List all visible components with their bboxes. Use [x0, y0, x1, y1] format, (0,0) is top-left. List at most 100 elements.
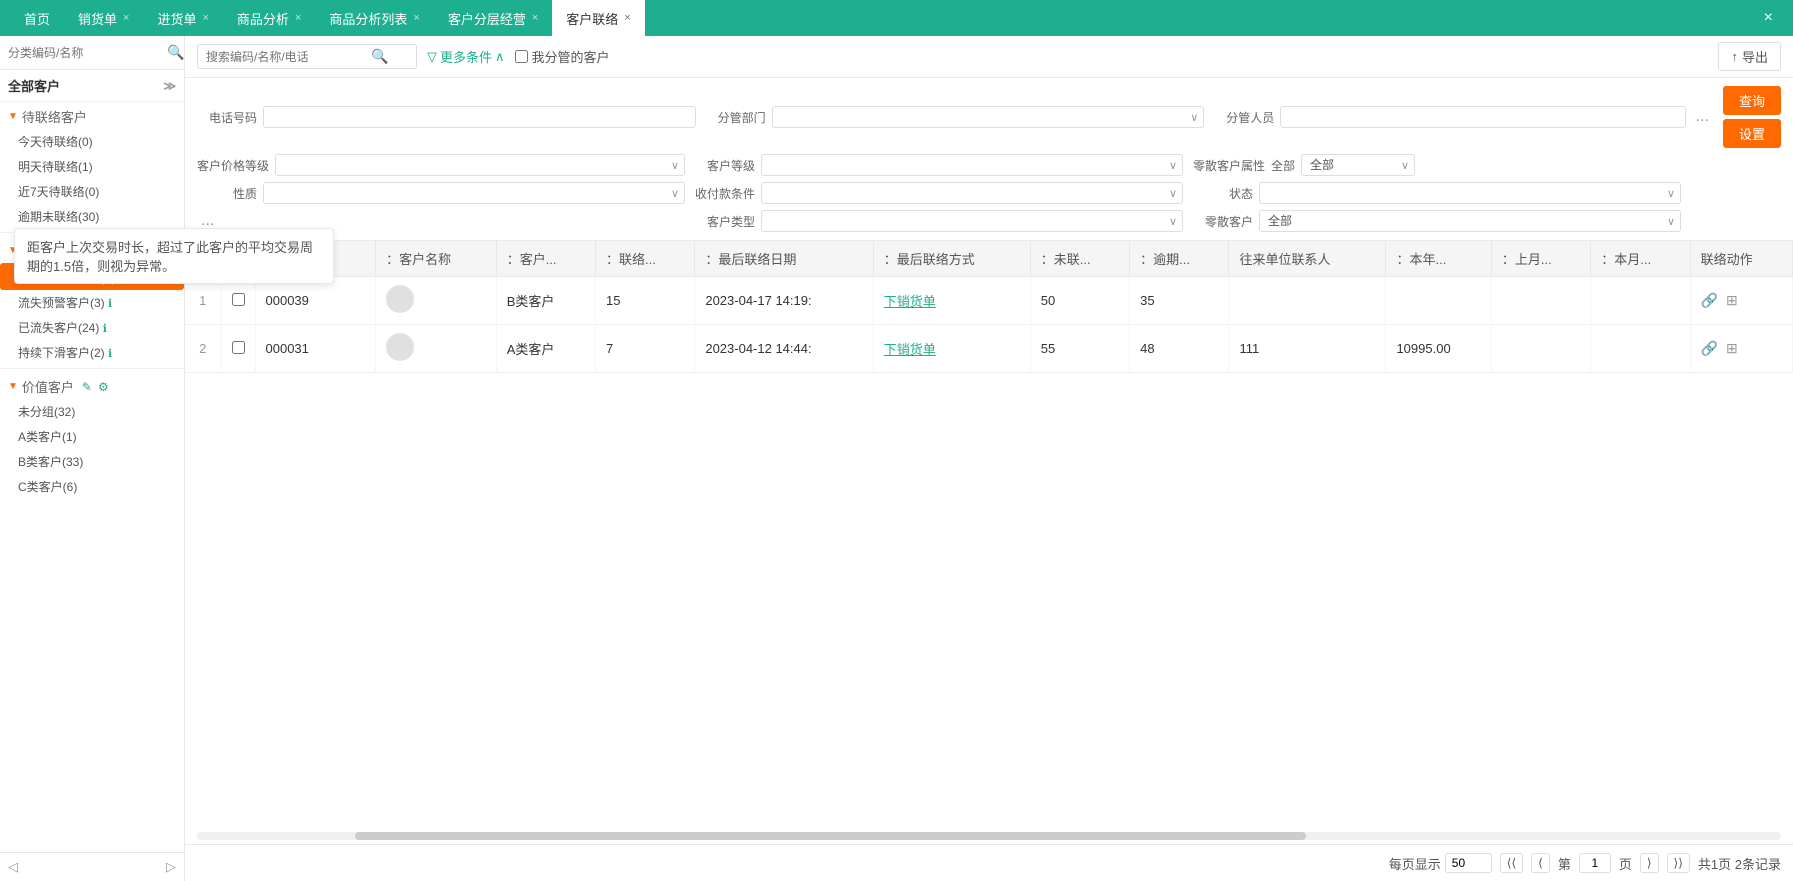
edit-icon-value[interactable]: ✎ — [82, 380, 92, 394]
row2-actions: 🔗 ⊞ — [1690, 325, 1792, 373]
sidebar-all-customers-header: 全部客户 ≫ — [0, 70, 184, 102]
last-page-button[interactable]: ⟩⟩ — [1667, 853, 1690, 873]
sidebar-item-overdue-contact[interactable]: 逾期未联络(30) — [0, 204, 184, 229]
config-icon-value[interactable]: ⚙ — [98, 380, 109, 394]
col-current-month-header[interactable]: ：本月... — [1591, 241, 1690, 277]
search-icon[interactable]: 🔍 — [371, 48, 388, 65]
sidebar-section-pending-contact[interactable]: ▼ 待联络客户 — [0, 102, 184, 129]
filter-customer-type-select[interactable] — [761, 210, 1183, 232]
col-name-header[interactable]: ：客户名称 — [376, 241, 497, 277]
nav-customer-contact-close[interactable]: × — [624, 12, 630, 24]
sidebar-item-ungroup[interactable]: 未分组(32) — [0, 399, 184, 424]
horizontal-scrollbar[interactable] — [185, 828, 1793, 844]
nav-sales-order[interactable]: 销货单 × — [64, 0, 143, 36]
filter-nature-select[interactable] — [263, 182, 685, 204]
filter-retail-customer-select[interactable]: 全部 — [1259, 210, 1681, 232]
col-last-contact-method-header[interactable]: ：最后联络方式 — [873, 241, 1030, 277]
my-customers-checkbox[interactable] — [515, 50, 528, 63]
filter-payment-select[interactable] — [761, 182, 1183, 204]
sidebar-item-loss-warning[interactable]: 流失预警客户(3) ℹ — [0, 290, 184, 315]
filter-payment: 收付款条件 ∨ — [695, 182, 1183, 204]
more-filters-label: 更多条件 — [440, 47, 492, 66]
row2-last-month — [1491, 325, 1590, 373]
sidebar-item-class-b[interactable]: B类客户(33) — [0, 449, 184, 474]
nav-home[interactable]: 首页 — [10, 0, 64, 36]
row1-actions: 🔗 ⊞ — [1690, 277, 1792, 325]
pagination-bar: 每页显示 50 100 200 ⟨⟨ ⟨ 第 页 ⟩ ⟩⟩ 共1页 2条记录 — [185, 844, 1793, 881]
nav-product-analysis[interactable]: 商品分析 × — [223, 0, 315, 36]
filter-nature: 性质 ∨ — [197, 182, 685, 204]
row2-select-checkbox[interactable] — [232, 341, 245, 354]
row2-contact-method-link[interactable]: 下销货单 — [884, 342, 936, 357]
col-no-contact-header[interactable]: ：未联... — [1030, 241, 1129, 277]
search-input[interactable] — [206, 50, 366, 64]
value-customers-label: 价值客户 — [22, 377, 74, 396]
row2-last-contact-method[interactable]: 下销货单 — [873, 325, 1030, 373]
settings-button[interactable]: 设置 — [1723, 119, 1781, 148]
col-contact-person-header[interactable]: 往来单位联系人 — [1229, 241, 1386, 277]
nav-purchase-order[interactable]: 进货单 × — [143, 0, 222, 36]
col-contact-count-header[interactable]: ：联络... — [596, 241, 695, 277]
row1-view-icon[interactable]: 🔗 — [1701, 292, 1718, 309]
filter-dept-select[interactable] — [772, 106, 1205, 128]
filter-phone-label: 电话号码 — [197, 109, 257, 126]
col-no-sort: ： — [1041, 252, 1054, 267]
sidebar-search-icon[interactable]: 🔍 — [167, 44, 184, 61]
sidebar-item-class-a[interactable]: A类客户(1) — [0, 424, 184, 449]
sidebar-item-today-contact[interactable]: 今天待联络(0) — [0, 129, 184, 154]
sidebar-item-tomorrow-contact[interactable]: 明天待联络(1) — [0, 154, 184, 179]
nav-product-analysis-list[interactable]: 商品分析列表 × — [315, 0, 433, 36]
filter-price-level-select[interactable] — [275, 154, 685, 176]
export-button[interactable]: ↑ 导出 — [1718, 42, 1781, 71]
row1-more-icon[interactable]: ⊞ — [1726, 292, 1738, 309]
sidebar-item-class-c[interactable]: C类客户(6) — [0, 474, 184, 499]
query-button[interactable]: 查询 — [1723, 86, 1781, 115]
export-label: 导出 — [1742, 47, 1768, 66]
col-current-year-header[interactable]: ：本年... — [1386, 241, 1491, 277]
sidebar-search-input[interactable] — [8, 46, 163, 60]
page-number-input[interactable] — [1579, 853, 1611, 873]
sidebar-bottom-expand[interactable]: ▷ — [166, 859, 176, 875]
table-area[interactable]: ⚙ ：客户编码 ：客户名称 ：客户... — [185, 241, 1793, 828]
sidebar-section-value-customers[interactable]: ▼ 价值客户 ✎ ⚙ — [0, 372, 184, 399]
sidebar-item-7day-contact[interactable]: 近7天待联络(0) — [0, 179, 184, 204]
row2-last-contact-date: 2023-04-12 14:44: — [695, 325, 873, 373]
col-last-month-header[interactable]: ：上月... — [1491, 241, 1590, 277]
row2-view-icon[interactable]: 🔗 — [1701, 340, 1718, 357]
filter-customer-level: 客户等级 ∨ — [695, 154, 1183, 176]
scrollbar-thumb[interactable] — [355, 832, 1305, 840]
col-customer-type-header[interactable]: ：客户... — [496, 241, 595, 277]
more-filters-button[interactable]: ▽ 更多条件 ∧ — [427, 47, 505, 66]
row1-select-checkbox[interactable] — [232, 293, 245, 306]
filter-status-select[interactable] — [1259, 182, 1681, 204]
row2-more-icon[interactable]: ⊞ — [1726, 340, 1738, 357]
prev-page-button[interactable]: ⟨ — [1531, 853, 1550, 873]
filter-manager: 分管人员 ... — [1214, 106, 1713, 128]
sidebar-item-declining-customers[interactable]: 持续下滑客户(2) ℹ — [0, 340, 184, 365]
dots-button-manager[interactable]: ... — [1692, 108, 1713, 126]
nav-customer-segmentation-close[interactable]: × — [532, 12, 538, 24]
sidebar-collapse-icon[interactable]: ≫ — [163, 79, 176, 93]
window-close-button[interactable]: × — [1754, 9, 1783, 27]
nav-customer-contact[interactable]: 客户联络 × — [552, 0, 644, 36]
filter-manager-input[interactable] — [1280, 106, 1685, 128]
filter-customer-level-select[interactable] — [761, 154, 1183, 176]
col-overdue-header[interactable]: ：逾期... — [1130, 241, 1229, 277]
row1-last-contact-method[interactable]: 下销货单 — [873, 277, 1030, 325]
col-last-contact-date-header[interactable]: ：最后联络日期 — [695, 241, 873, 277]
filter-retail-attr-select[interactable]: 全部 — [1301, 154, 1415, 176]
nav-product-analysis-list-close[interactable]: × — [413, 12, 419, 24]
next-page-button[interactable]: ⟩ — [1640, 853, 1659, 873]
nav-product-analysis-close[interactable]: × — [295, 12, 301, 24]
per-page-select[interactable]: 50 100 200 — [1445, 853, 1492, 873]
nav-customer-segmentation[interactable]: 客户分层经营 × — [434, 0, 552, 36]
nav-purchase-order-close[interactable]: × — [202, 12, 208, 24]
row1-contact-method-link[interactable]: 下销货单 — [884, 294, 936, 309]
nav-sales-order-close[interactable]: × — [123, 12, 129, 24]
scrollbar-track[interactable] — [197, 832, 1781, 840]
row2-code: 000031 — [255, 325, 376, 373]
sidebar-item-lost-customers[interactable]: 已流失客户(24) ℹ — [0, 315, 184, 340]
row2-checkbox[interactable] — [221, 325, 255, 373]
first-page-button[interactable]: ⟨⟨ — [1500, 853, 1523, 873]
filter-phone-input[interactable] — [263, 106, 696, 128]
